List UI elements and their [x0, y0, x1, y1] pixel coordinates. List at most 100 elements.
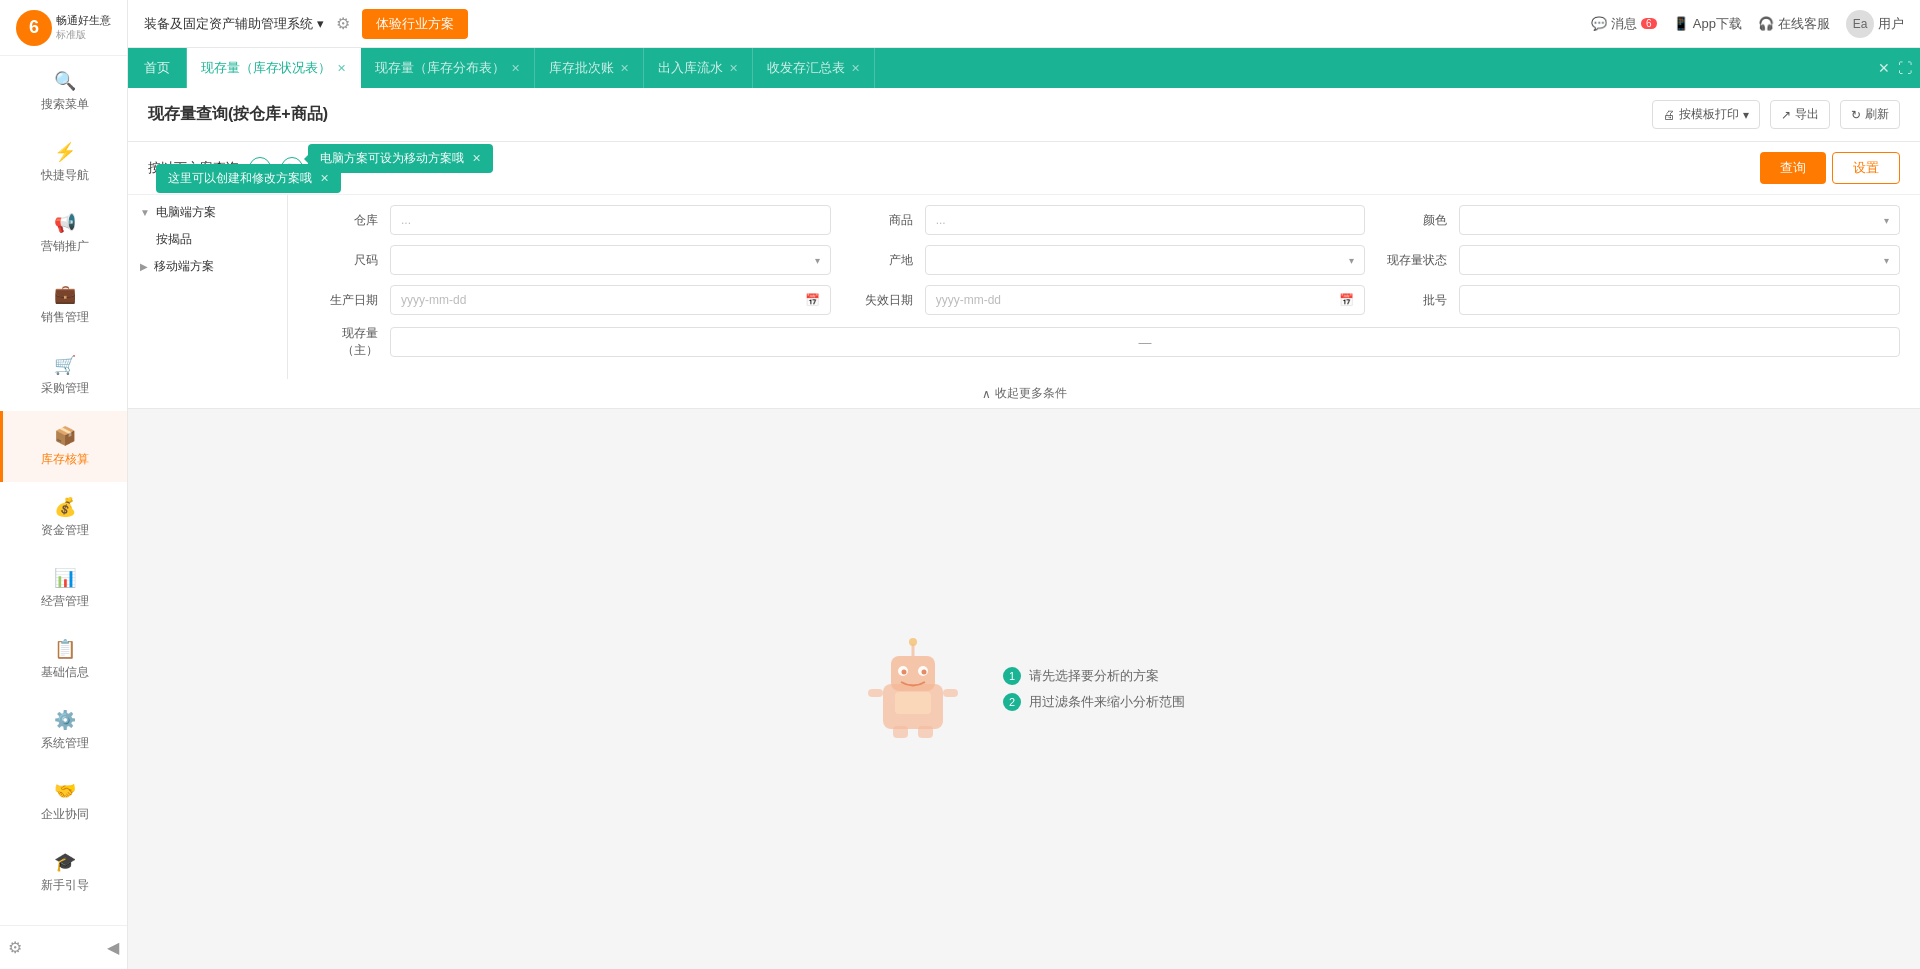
tree-item-mortage[interactable]: 按揭品: [128, 226, 287, 253]
sidebar-nav: 🔍 搜索菜单 ⚡ 快捷导航 📢 营销推广 💼 销售管理 🛒 采购管理 📦 库存核…: [0, 56, 127, 925]
create-tooltip-close[interactable]: ✕: [320, 172, 329, 185]
stock-status-label: 现存量状态: [1377, 252, 1447, 269]
settings-icon[interactable]: ⚙: [336, 14, 350, 33]
sidebar-item-enterprise[interactable]: 🤝 企业协同: [0, 766, 127, 837]
phone-icon: 📱: [1673, 16, 1689, 31]
tab-close-icon[interactable]: ✕: [620, 62, 629, 75]
page-actions: 🖨 按模板打印 ▾ ↗ 导出 ↻ 刷新: [1652, 100, 1900, 129]
stock-status-dropdown-icon: ▾: [1884, 255, 1889, 266]
sidebar-footer: ⚙ ◀: [0, 925, 127, 969]
tab-actions: ✕ ⛶: [1870, 48, 1920, 88]
message-label: 消息: [1611, 15, 1637, 33]
management-icon: 📊: [54, 567, 76, 589]
svg-rect-9: [943, 689, 958, 697]
tab-home-label: 首页: [144, 59, 170, 77]
refresh-button[interactable]: ↻ 刷新: [1840, 100, 1900, 129]
tree-item-mobile[interactable]: ▶ 移动端方案: [128, 253, 287, 280]
export-button[interactable]: ↗ 导出: [1770, 100, 1830, 129]
sidebar-item-management[interactable]: 📊 经营管理: [0, 553, 127, 624]
origin-dropdown-icon: ▾: [1349, 255, 1354, 266]
tab-close-icon[interactable]: ✕: [511, 62, 520, 75]
industry-button[interactable]: 体验行业方案: [362, 9, 468, 39]
search-icon: 🔍: [54, 70, 76, 92]
search-button[interactable]: 查询: [1760, 152, 1826, 184]
message-icon: 💬: [1591, 16, 1607, 31]
svg-rect-10: [893, 726, 908, 738]
sidebar-item-label: 资金管理: [41, 522, 89, 539]
tab-close-icon[interactable]: ✕: [729, 62, 738, 75]
tree-sub-label: 按揭品: [156, 231, 192, 248]
tab-inventory-status[interactable]: 现存量（库存状况表） ✕: [187, 48, 361, 88]
system-title-text: 装备及固定资产辅助管理系统: [144, 15, 313, 33]
tab-label: 现存量（库存分布表）: [375, 59, 505, 77]
sidebar: 6 畅通好生意 标准版 🔍 搜索菜单 ⚡ 快捷导航 📢 营销推广 💼 销售管理 …: [0, 0, 128, 969]
sidebar-item-sales[interactable]: 💼 销售管理: [0, 269, 127, 340]
set-button[interactable]: 设置: [1832, 152, 1900, 184]
production-date-input[interactable]: yyyy-mm-dd 📅: [390, 285, 831, 315]
settings-footer-icon[interactable]: ⚙: [8, 938, 22, 957]
user-item[interactable]: Ea 用户: [1846, 10, 1904, 38]
filter-body: ▼ 电脑端方案 按揭品 ▶ 移动端方案 这里可以创建和修改方案哦 ✕: [128, 195, 1920, 379]
online-service-item[interactable]: 🎧 在线客服: [1758, 15, 1830, 33]
page-title: 现存量查询(按仓库+商品): [148, 104, 328, 125]
tab-stock-flow[interactable]: 出入库流水 ✕: [644, 48, 753, 88]
calendar-icon-2: 📅: [1339, 293, 1354, 307]
sidebar-item-marketing[interactable]: 📢 营销推广: [0, 198, 127, 269]
create-tooltip: 这里可以创建和修改方案哦 ✕: [156, 164, 341, 193]
sidebar-item-inventory[interactable]: 📦 库存核算: [0, 411, 127, 482]
empty-steps: 1 请先选择要分析的方案 2 用过滤条件来缩小分析范围: [1003, 667, 1185, 711]
size-select[interactable]: ▾: [390, 245, 831, 275]
svg-rect-8: [868, 689, 883, 697]
app-download-label: App下载: [1693, 15, 1742, 33]
expiry-date-input[interactable]: yyyy-mm-dd 📅: [925, 285, 1366, 315]
collapse-sidebar-icon[interactable]: ◀: [107, 938, 119, 957]
tab-close-all-icon[interactable]: ✕: [1878, 60, 1890, 76]
tooltip-close-icon[interactable]: ✕: [472, 152, 481, 165]
filter-row-4: 现存量（主） —: [308, 325, 1900, 359]
tab-label: 库存批次账: [549, 59, 614, 77]
color-select[interactable]: ▾: [1459, 205, 1900, 235]
sidebar-item-label: 营销推广: [41, 238, 89, 255]
template-print-button[interactable]: 🖨 按模板打印 ▾: [1652, 100, 1760, 129]
tree-item-pc[interactable]: ▼ 电脑端方案: [128, 199, 287, 226]
sidebar-item-guide[interactable]: 🎓 新手引导: [0, 837, 127, 908]
app-download-item[interactable]: 📱 App下载: [1673, 15, 1742, 33]
warehouse-input[interactable]: ...: [390, 205, 831, 235]
message-item[interactable]: 💬 消息 6: [1591, 15, 1657, 33]
empty-content: 1 请先选择要分析的方案 2 用过滤条件来缩小分析范围: [863, 634, 1185, 744]
message-badge: 6: [1641, 18, 1657, 29]
filter-top-row: 按以下方案查询 + ↻ ← 电脑方案可设为移动方案哦 ✕ 查询 设置: [128, 142, 1920, 195]
tab-close-icon[interactable]: ✕: [337, 62, 346, 75]
goods-input[interactable]: ...: [925, 205, 1366, 235]
tab-home[interactable]: 首页: [128, 48, 187, 88]
page-header: 现存量查询(按仓库+商品) 🖨 按模板打印 ▾ ↗ 导出 ↻ 刷新: [128, 88, 1920, 142]
sidebar-item-basic[interactable]: 📋 基础信息: [0, 624, 127, 695]
sidebar-item-purchase[interactable]: 🛒 采购管理: [0, 340, 127, 411]
batch-input[interactable]: [1459, 285, 1900, 315]
avatar-text: Ea: [1853, 17, 1868, 31]
tab-fullscreen-icon[interactable]: ⛶: [1898, 60, 1912, 76]
chevron-up-icon: ∧: [982, 387, 991, 401]
tab-close-icon[interactable]: ✕: [851, 62, 860, 75]
sidebar-item-system[interactable]: ⚙️ 系统管理: [0, 695, 127, 766]
tree-expand-icon: ▶: [140, 261, 148, 272]
tab-inventory-batch[interactable]: 库存批次账 ✕: [535, 48, 644, 88]
stock-main-range[interactable]: —: [390, 327, 1900, 357]
sidebar-item-search[interactable]: 🔍 搜索菜单: [0, 56, 127, 127]
sidebar-item-quick[interactable]: ⚡ 快捷导航: [0, 127, 127, 198]
collapse-button[interactable]: ∧ 收起更多条件: [128, 379, 1920, 408]
tab-label: 现存量（库存状况表）: [201, 59, 331, 77]
stock-status-select[interactable]: ▾: [1459, 245, 1900, 275]
quick-icon: ⚡: [54, 141, 76, 163]
tab-inventory-distribution[interactable]: 现存量（库存分布表） ✕: [361, 48, 535, 88]
filter-row-2: 尺码 ▾ 产地 ▾ 现存量状态 ▾: [308, 245, 1900, 275]
origin-select[interactable]: ▾: [925, 245, 1366, 275]
goods-label: 商品: [843, 212, 913, 229]
sidebar-item-finance[interactable]: 💰 资金管理: [0, 482, 127, 553]
sales-icon: 💼: [54, 283, 76, 305]
header-right: 💬 消息 6 📱 App下载 🎧 在线客服 Ea 用户: [1591, 10, 1904, 38]
export-icon: ↗: [1781, 108, 1791, 122]
step-2-text: 用过滤条件来缩小分析范围: [1029, 693, 1185, 711]
system-title-dropdown[interactable]: 装备及固定资产辅助管理系统 ▾: [144, 15, 324, 33]
tab-receipt-summary[interactable]: 收发存汇总表 ✕: [753, 48, 875, 88]
